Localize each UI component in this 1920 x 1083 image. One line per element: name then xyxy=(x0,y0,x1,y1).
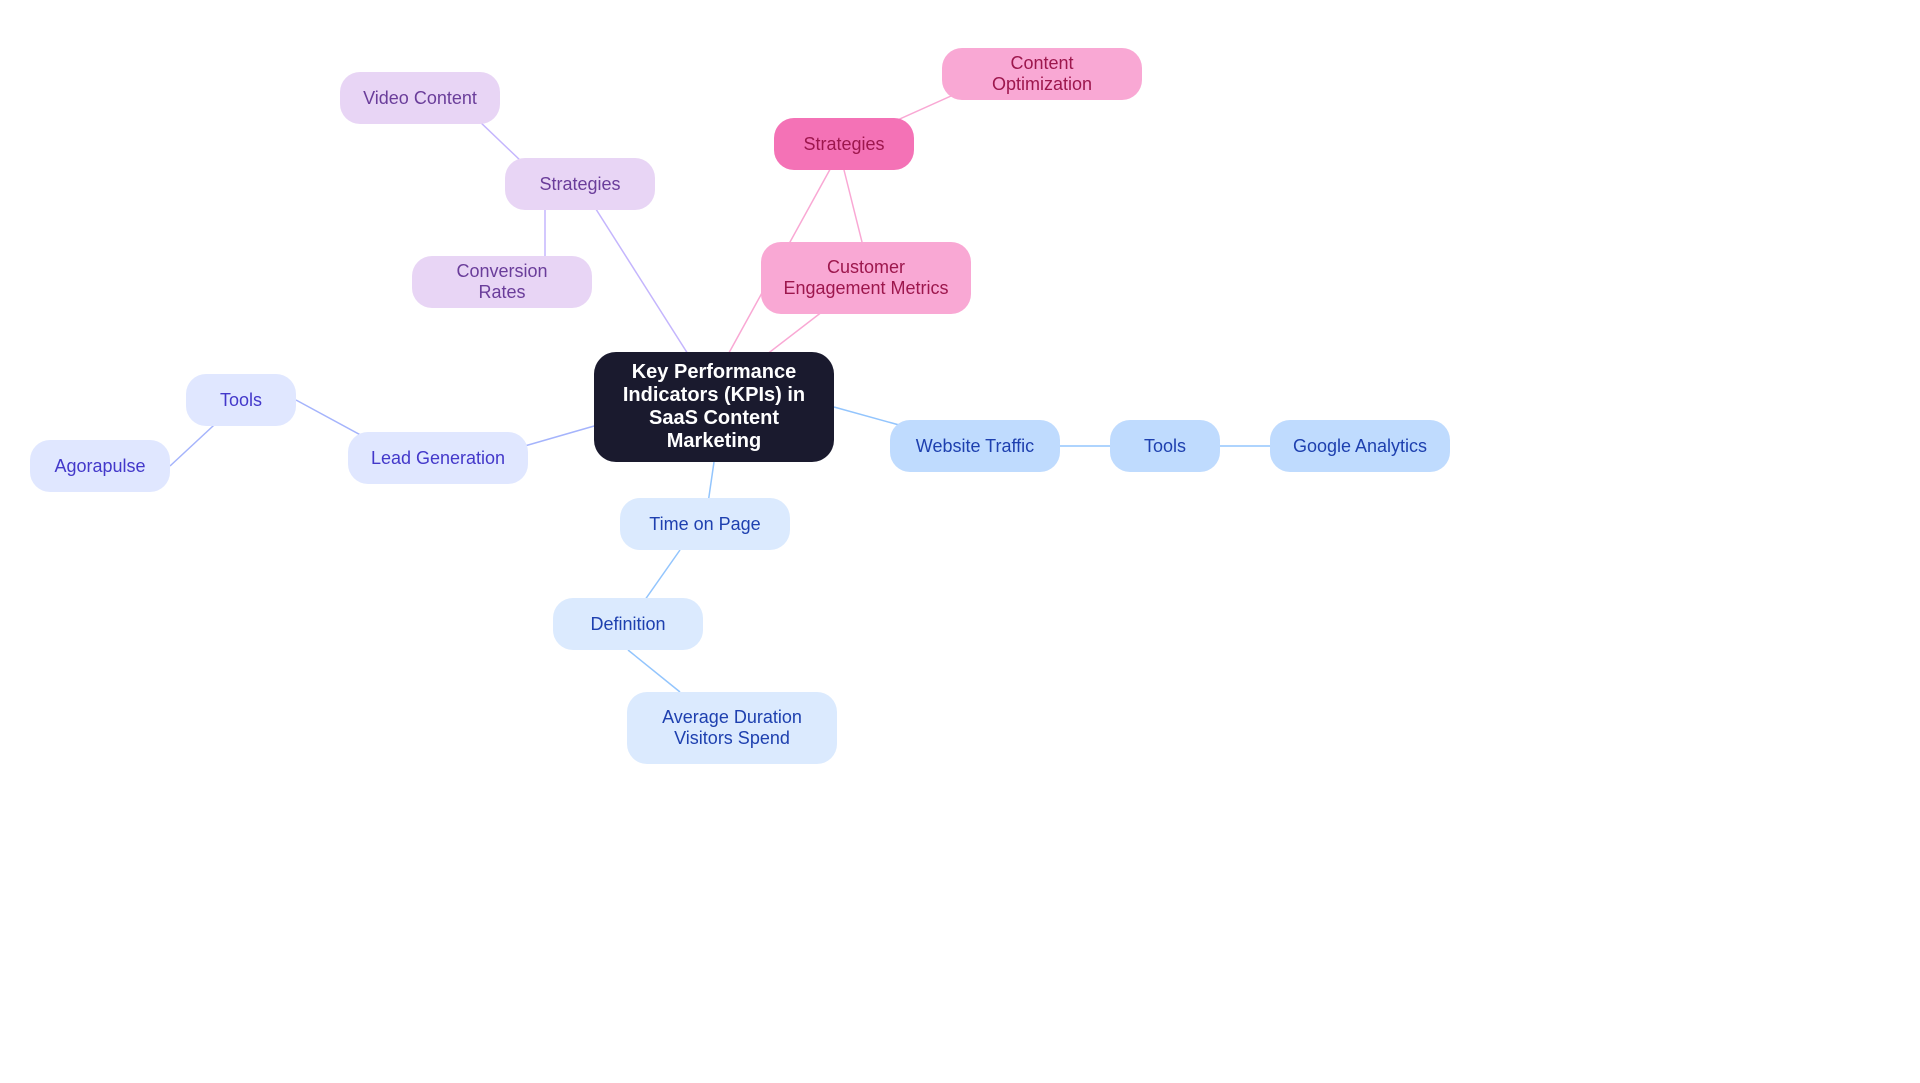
tools-left-node[interactable]: Tools xyxy=(186,374,296,426)
center-node[interactable]: Key Performance Indicators (KPIs) in Saa… xyxy=(594,352,834,462)
conversion-rates-node[interactable]: Conversion Rates xyxy=(412,256,592,308)
strategies-pink-node[interactable]: Strategies xyxy=(774,118,914,170)
strategies-purple-node[interactable]: Strategies xyxy=(505,158,655,210)
definition-node[interactable]: Definition xyxy=(553,598,703,650)
tools-right-node[interactable]: Tools xyxy=(1110,420,1220,472)
time-on-page-node[interactable]: Time on Page xyxy=(620,498,790,550)
customer-engagement-node[interactable]: Customer Engagement Metrics xyxy=(761,242,971,314)
video-content-node[interactable]: Video Content xyxy=(340,72,500,124)
agorapulse-node[interactable]: Agorapulse xyxy=(30,440,170,492)
google-analytics-node[interactable]: Google Analytics xyxy=(1270,420,1450,472)
content-optimization-node[interactable]: Content Optimization xyxy=(942,48,1142,100)
website-traffic-node[interactable]: Website Traffic xyxy=(890,420,1060,472)
lead-generation-node[interactable]: Lead Generation xyxy=(348,432,528,484)
avg-duration-node[interactable]: Average Duration Visitors Spend xyxy=(627,692,837,764)
